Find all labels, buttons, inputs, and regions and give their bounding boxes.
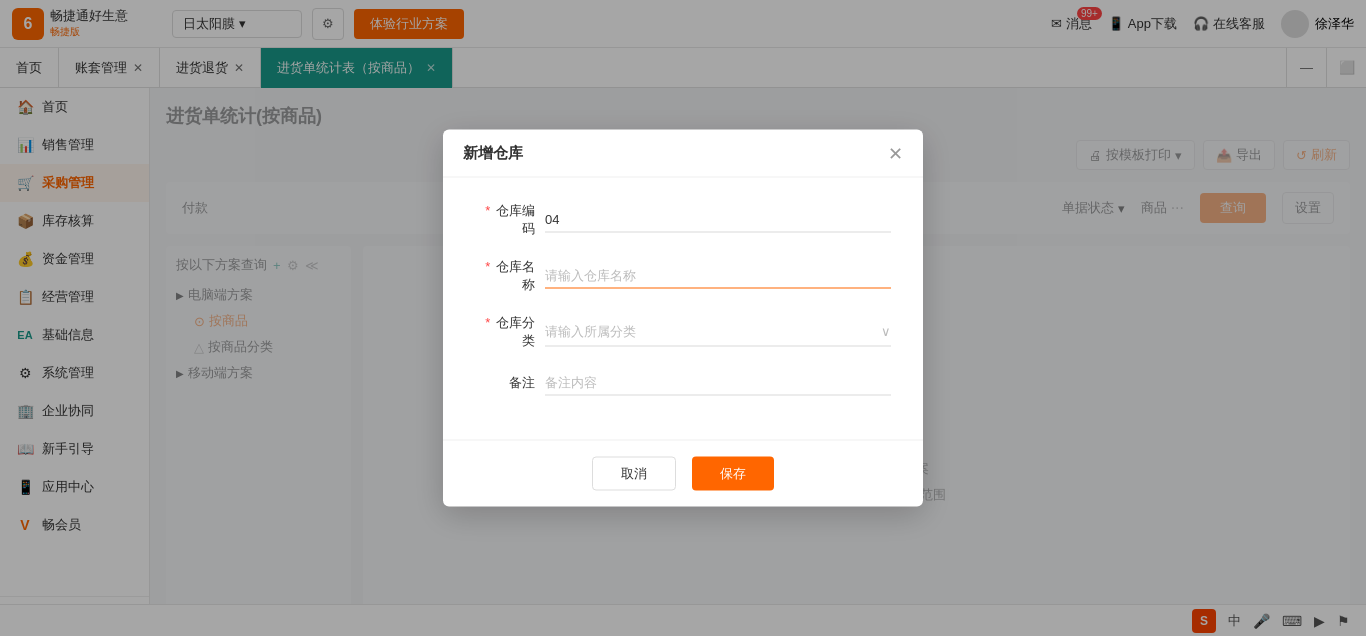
cancel-button[interactable]: 取消 [592, 457, 676, 491]
category-select[interactable]: 请输入所属分类 ∨ [545, 317, 891, 346]
dialog-title: 新增仓库 [463, 144, 523, 163]
note-label: 备注 [475, 374, 545, 392]
dialog-header: 新增仓库 ✕ [443, 130, 923, 178]
code-input[interactable] [545, 207, 891, 233]
code-label: * 仓库编码 [475, 202, 545, 238]
name-input[interactable] [545, 263, 891, 289]
save-button[interactable]: 保存 [692, 457, 774, 491]
add-warehouse-dialog: 新增仓库 ✕ * 仓库编码 * 仓库名称 * 仓库分类 请输入 [443, 130, 923, 507]
form-row-category: * 仓库分类 请输入所属分类 ∨ [475, 314, 891, 350]
required-star-category: * [485, 315, 490, 330]
category-select-arrow: ∨ [881, 324, 891, 339]
note-input[interactable] [545, 370, 891, 396]
form-row-code: * 仓库编码 [475, 202, 891, 238]
required-star-name: * [485, 259, 490, 274]
form-row-note: 备注 [475, 370, 891, 396]
dialog-close-button[interactable]: ✕ [888, 144, 903, 162]
dialog-footer: 取消 保存 [443, 440, 923, 507]
form-row-name: * 仓库名称 [475, 258, 891, 294]
dialog-body: * 仓库编码 * 仓库名称 * 仓库分类 请输入所属分类 ∨ [443, 178, 923, 440]
name-label: * 仓库名称 [475, 258, 545, 294]
category-label: * 仓库分类 [475, 314, 545, 350]
required-star-code: * [485, 203, 490, 218]
